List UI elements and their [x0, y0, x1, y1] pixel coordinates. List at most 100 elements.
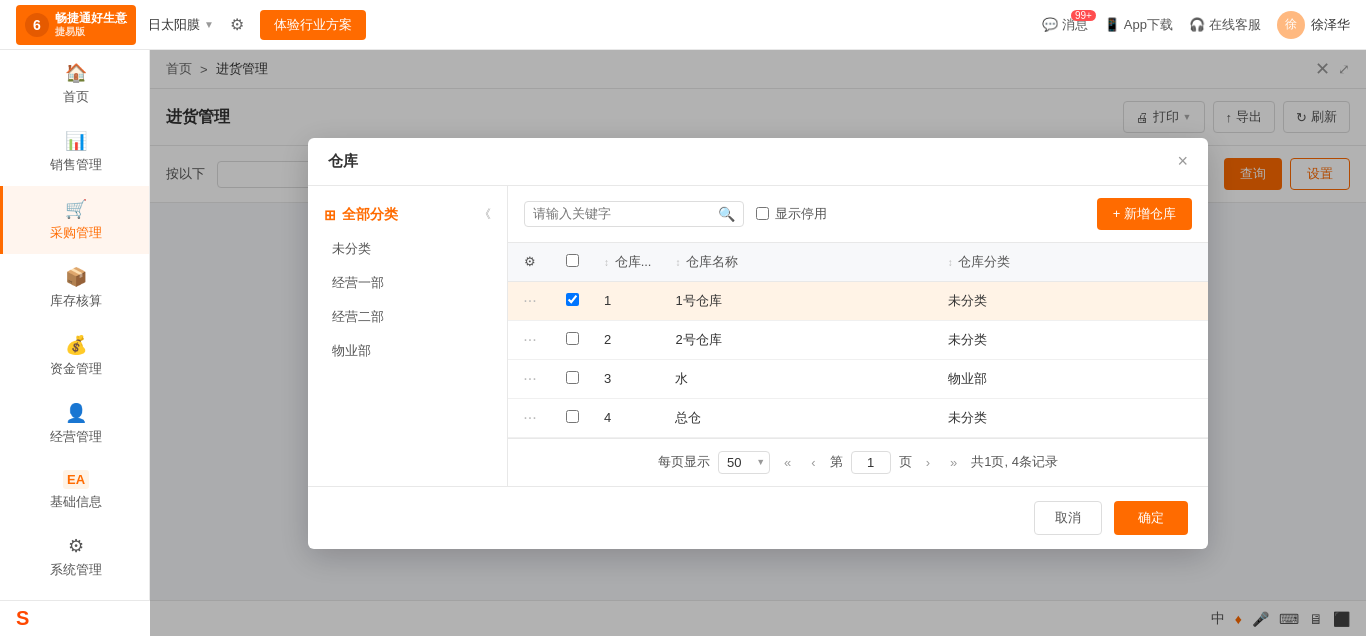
search-input[interactable] [533, 206, 718, 221]
last-page-btn[interactable]: » [944, 453, 963, 472]
sidebar-item-system[interactable]: ⚙ 系统管理 [0, 523, 149, 591]
show-disabled-checkbox-wrap[interactable]: 显示停用 [756, 205, 827, 223]
topbar: 6 畅捷通好生意 捷易版 日太阳膜 ▼ ⚙ 体验行业方案 💬 消息 99+ 📱 … [0, 0, 1366, 50]
confirm-btn[interactable]: 确定 [1114, 501, 1188, 535]
show-disabled-checkbox[interactable] [756, 207, 769, 220]
row-checkbox[interactable] [566, 332, 579, 345]
select-all-checkbox[interactable] [566, 254, 579, 267]
prev-page-btn[interactable]: ‹ [805, 453, 821, 472]
modal-body: ⊞ 全部分类 《 未分类 经营一部 经营二部 物业部 🔍 [308, 186, 1208, 486]
sales-icon: 📊 [65, 130, 87, 152]
sidebar-item-purchase[interactable]: 🛒 采购管理 [0, 186, 149, 254]
chevron-down-icon: ▼ [204, 19, 214, 30]
row-check-cell [552, 398, 592, 437]
table-row[interactable]: ··· 3 水 物业部 [508, 359, 1208, 398]
pagination-total: 共1页, 4条记录 [971, 453, 1058, 471]
modal-close-btn[interactable]: × [1177, 152, 1188, 170]
topbar-right: 💬 消息 99+ 📱 App下载 🎧 在线客服 徐 徐泽华 [1042, 11, 1350, 39]
category-list: 未分类 经营一部 经营二部 物业部 [308, 232, 507, 368]
row-check-cell [552, 320, 592, 359]
gear-icon[interactable]: ⚙ [524, 254, 536, 269]
category-item-ops2[interactable]: 经营二部 [308, 300, 507, 334]
category-item-ops1[interactable]: 经营一部 [308, 266, 507, 300]
warehouse-table-body: ··· 1 1号仓库 未分类 ··· 2 2号仓库 未分类 ··· [508, 281, 1208, 437]
row-seq-cell: 3 [592, 359, 663, 398]
per-page-wrap: 50 10 20 100 [718, 451, 770, 474]
row-actions-icon[interactable]: ··· [523, 331, 536, 348]
sidebar-item-finance[interactable]: 💰 资金管理 [0, 322, 149, 390]
row-actions-icon[interactable]: ··· [523, 292, 536, 309]
row-actions-cell: ··· [508, 398, 552, 437]
sidebar-item-sales[interactable]: 📊 销售管理 [0, 118, 149, 186]
sort-icon: ↕ [604, 257, 609, 268]
grid-icon: ⊞ [324, 207, 336, 223]
row-actions-cell: ··· [508, 320, 552, 359]
col-header-type: ↕ 仓库分类 [936, 243, 1208, 282]
col-header-check [552, 243, 592, 282]
taskbar-left: S [16, 607, 29, 630]
ops-icon: 👤 [65, 402, 87, 424]
row-name-cell: 总仓 [663, 398, 935, 437]
row-type-cell: 未分类 [936, 398, 1208, 437]
category-panel: ⊞ 全部分类 《 未分类 经营一部 经营二部 物业部 [308, 186, 508, 486]
row-seq-cell: 1 [592, 281, 663, 320]
row-actions-icon[interactable]: ··· [523, 409, 536, 426]
store-selector[interactable]: 日太阳膜 ▼ [148, 16, 214, 34]
message-btn[interactable]: 💬 消息 99+ [1042, 16, 1088, 34]
category-header[interactable]: ⊞ 全部分类 《 [308, 198, 507, 232]
warehouse-modal: 仓库 × ⊞ 全部分类 《 未分类 经营一部 经营二部 物业部 [308, 138, 1208, 549]
per-page-select[interactable]: 50 10 20 100 [718, 451, 770, 474]
modal-footer: 取消 确定 [308, 486, 1208, 549]
row-check-cell [552, 281, 592, 320]
customer-service-btn[interactable]: 🎧 在线客服 [1189, 16, 1261, 34]
trial-btn[interactable]: 体验行业方案 [260, 10, 366, 40]
row-name-cell: 水 [663, 359, 935, 398]
settings-icon[interactable]: ⚙ [226, 11, 248, 38]
headset-icon: 🎧 [1189, 17, 1205, 32]
row-type-cell: 未分类 [936, 320, 1208, 359]
row-actions-icon[interactable]: ··· [523, 370, 536, 387]
row-check-cell [552, 359, 592, 398]
next-page-btn[interactable]: › [920, 453, 936, 472]
app-download-btn[interactable]: 📱 App下载 [1104, 16, 1173, 34]
row-checkbox[interactable] [566, 371, 579, 384]
row-name-cell: 1号仓库 [663, 281, 935, 320]
category-item-property[interactable]: 物业部 [308, 334, 507, 368]
sort-icon-name: ↕ [675, 257, 680, 268]
sidebar-item-home[interactable]: 🏠 首页 [0, 50, 149, 118]
table-row[interactable]: ··· 4 总仓 未分类 [508, 398, 1208, 437]
row-actions-cell: ··· [508, 281, 552, 320]
avatar: 徐 [1277, 11, 1305, 39]
table-toolbar: 🔍 显示停用 + 新增仓库 [508, 186, 1208, 243]
collapse-category-btn[interactable]: 《 [479, 206, 491, 223]
pagination: 每页显示 50 10 20 100 « ‹ 第 页 › [508, 438, 1208, 486]
logo-icon: 6 [25, 13, 49, 37]
modal-header: 仓库 × [308, 138, 1208, 186]
row-seq-cell: 2 [592, 320, 663, 359]
table-row[interactable]: ··· 2 2号仓库 未分类 [508, 320, 1208, 359]
sidebar-item-inventory[interactable]: 📦 库存核算 [0, 254, 149, 322]
inventory-icon: 📦 [65, 266, 87, 288]
sidebar-item-basic-info[interactable]: EA 基础信息 [0, 458, 149, 523]
category-item-unclassified[interactable]: 未分类 [308, 232, 507, 266]
add-warehouse-btn[interactable]: + 新增仓库 [1097, 198, 1192, 230]
message-icon: 💬 [1042, 17, 1058, 32]
warehouse-table: ⚙ ↕ 仓库... ↕ [508, 243, 1208, 438]
home-icon: 🏠 [65, 62, 87, 84]
row-name-cell: 2号仓库 [663, 320, 935, 359]
page-suffix: 页 [899, 453, 912, 471]
page-label: 第 [830, 453, 843, 471]
table-row[interactable]: ··· 1 1号仓库 未分类 [508, 281, 1208, 320]
sidebar: 🏠 首页 📊 销售管理 🛒 采购管理 📦 库存核算 💰 资金管理 👤 经营管理 … [0, 50, 150, 636]
first-page-btn[interactable]: « [778, 453, 797, 472]
page-input[interactable] [851, 451, 891, 474]
search-wrap: 🔍 [524, 201, 744, 227]
search-icon[interactable]: 🔍 [718, 206, 735, 222]
sidebar-item-ops[interactable]: 👤 经营管理 [0, 390, 149, 458]
row-checkbox[interactable] [566, 410, 579, 423]
user-menu[interactable]: 徐 徐泽华 [1277, 11, 1350, 39]
taskbar-logo: S [16, 607, 29, 630]
row-checkbox[interactable] [566, 293, 579, 306]
sort-icon-type: ↕ [948, 257, 953, 268]
cancel-btn[interactable]: 取消 [1034, 501, 1102, 535]
